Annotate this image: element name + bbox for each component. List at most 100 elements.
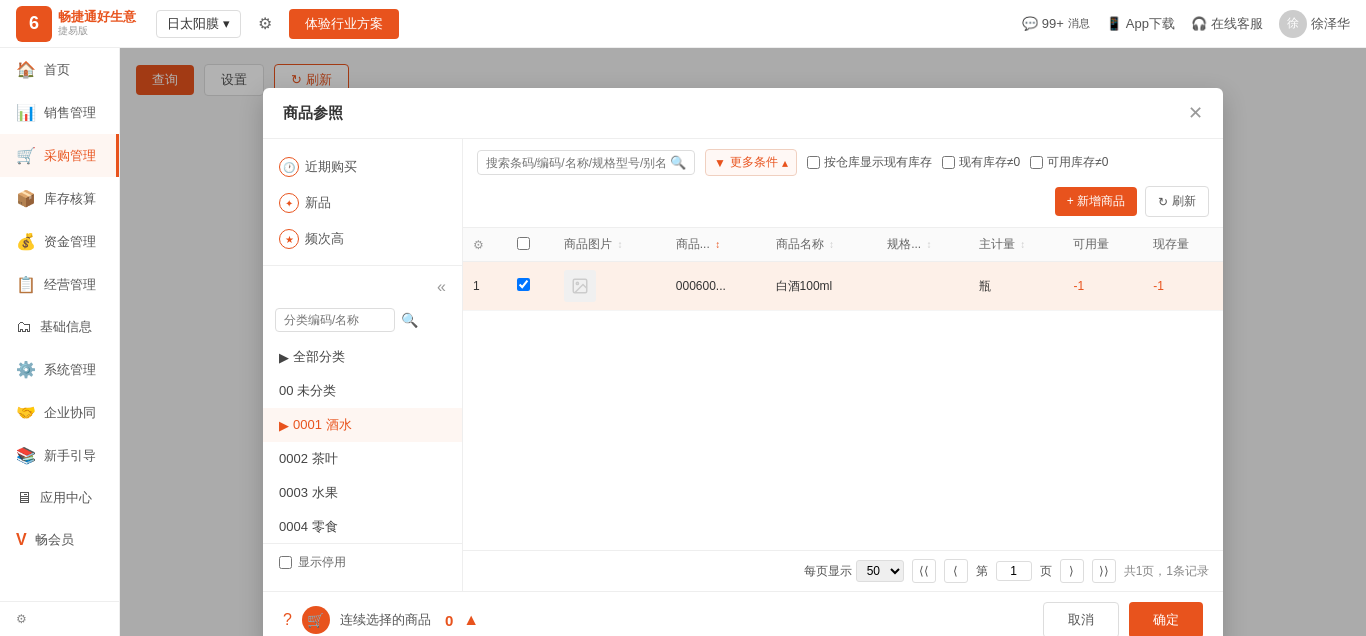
page-content: 查询 设置 ↻ 刷新 商品参照 ✕ 🕐 [120,48,1366,636]
cart-label: 连续选择的商品 [340,611,431,629]
finance-icon: 💰 [16,232,36,251]
col-spec[interactable]: 规格... ↕ [877,228,969,262]
product-search-icon[interactable]: 🔍 [670,155,686,170]
basic-icon: 🗂 [16,318,32,336]
col-gear[interactable]: ⚙ [463,228,507,262]
nav-recent-purchase[interactable]: 🕐 近期购买 [263,149,462,185]
cat-item-0002[interactable]: 0002 茶叶 [263,442,462,476]
operation-icon: 📋 [16,275,36,294]
new-icon: ✦ [279,193,299,213]
cat-arrow-all: ▶ [279,350,289,365]
check-by-warehouse[interactable]: 按仓库显示现有库存 [807,154,932,171]
row-available: -1 [1063,262,1143,311]
sidebar-item-home[interactable]: 🏠 首页 [0,48,119,91]
online-service-btn[interactable]: 🎧 在线客服 [1191,15,1263,33]
product-reference-modal: 商品参照 ✕ 🕐 近期购买 ✦ 新品 [263,88,1223,636]
app-download-btn[interactable]: 📱 App下载 [1106,15,1175,33]
filter-icon: ▼ [714,156,726,170]
page-size-select[interactable]: 50 [856,560,904,582]
freq-icon: ★ [279,229,299,249]
logo-sub: 捷易版 [58,24,136,38]
sidebar-item-sales[interactable]: 📊 销售管理 [0,91,119,134]
footer-collapse-icon[interactable]: ▲ [463,611,479,629]
cancel-btn[interactable]: 取消 [1043,602,1119,636]
by-warehouse-checkbox[interactable] [807,156,820,169]
help-icon[interactable]: ? [283,611,292,629]
modal-overlay: 商品参照 ✕ 🕐 近期购买 ✦ 新品 [120,48,1366,636]
guide-icon: 📚 [16,446,36,465]
modal-header: 商品参照 ✕ [263,88,1223,139]
notifications-btn[interactable]: 💬 99+ 消息 [1022,16,1090,31]
row-unit: 瓶 [969,262,1064,311]
col-code[interactable]: 商品... ↕ [666,228,766,262]
cat-item-00[interactable]: 00 未分类 [263,374,462,408]
logo-icon: 6 [16,6,52,42]
sidebar-item-finance[interactable]: 💰 资金管理 [0,220,119,263]
cart-icon[interactable]: 🛒 [302,606,330,634]
row-checkbox[interactable] [517,278,530,291]
page-size-wrap: 每页显示 50 [804,560,904,582]
show-disabled-checkbox[interactable] [279,556,292,569]
next-page-btn[interactable]: ⟩ [1060,559,1084,583]
cat-item-0001[interactable]: ▶ 0001 酒水 [263,408,462,442]
gear-icon[interactable]: ⚙ [249,8,281,40]
sidebar-item-inventory[interactable]: 📦 库存核算 [0,177,119,220]
settings-icon: ⚙ [16,612,27,626]
row-image [554,262,666,311]
sort-image-icon: ↕ [618,239,623,250]
select-all-checkbox[interactable] [517,237,530,250]
modal-title: 商品参照 [283,104,343,123]
product-table: ⚙ 商品图片 ↕ 商品... ↕ [463,228,1223,311]
last-page-btn[interactable]: ⟩⟩ [1092,559,1116,583]
nav-frequent[interactable]: ★ 频次高 [263,221,462,257]
cat-item-all[interactable]: ▶ 全部分类 [263,340,462,374]
refresh-btn[interactable]: ↻ 刷新 [1145,186,1209,217]
sidebar-footer: 显示停用 [263,543,462,581]
sidebar-item-basic[interactable]: 🗂 基础信息 [0,306,119,348]
prev-page-btn[interactable]: ⟨ [944,559,968,583]
filter-chevron-icon: ▴ [782,156,788,170]
purchase-icon: 🛒 [16,146,36,165]
first-page-btn[interactable]: ⟨⟨ [912,559,936,583]
sidebar-settings-btn[interactable]: ⚙ [0,602,119,636]
sidebar-item-guide[interactable]: 📚 新手引导 [0,434,119,477]
nav-divider [263,265,462,266]
confirm-btn[interactable]: 确定 [1129,602,1203,636]
svg-point-1 [576,282,578,284]
category-search-icon[interactable]: 🔍 [401,312,418,328]
sidebar-item-purchase[interactable]: 🛒 采购管理 [0,134,119,177]
available-ne0-checkbox[interactable] [942,156,955,169]
more-filter-btn[interactable]: ▼ 更多条件 ▴ [705,149,797,176]
col-checkbox[interactable] [507,228,554,262]
sidebar-item-system[interactable]: ⚙️ 系统管理 [0,348,119,391]
cat-item-0004[interactable]: 0004 零食 [263,510,462,543]
cat-arrow-0001: ▶ [279,418,289,433]
add-product-btn[interactable]: + 新增商品 [1055,187,1137,216]
chevron-down-icon: ▾ [223,16,230,31]
modal-sidebar: 🕐 近期购买 ✦ 新品 ★ 频次高 [263,139,463,591]
sidebar-item-operation[interactable]: 📋 经营管理 [0,263,119,306]
col-name[interactable]: 商品名称 ↕ [766,228,878,262]
enterprise-icon: 🤝 [16,403,36,422]
product-search-input[interactable] [486,156,666,170]
sidebar-collapse-btn[interactable]: « [429,274,454,300]
check-available-ne0[interactable]: 现有库存≠0 [942,154,1020,171]
check-usable-ne0[interactable]: 可用库存≠0 [1030,154,1108,171]
sidebar-item-member[interactable]: V 畅会员 [0,519,119,561]
nav-select[interactable]: 日太阳膜 ▾ [156,10,241,38]
sidebar-item-enterprise[interactable]: 🤝 企业协同 [0,391,119,434]
sidebar-item-apps[interactable]: 🖥 应用中心 [0,477,119,519]
row-select[interactable] [507,262,554,311]
modal-close-btn[interactable]: ✕ [1188,102,1203,124]
category-search-input[interactable] [275,308,395,332]
usable-ne0-checkbox[interactable] [1030,156,1043,169]
experience-btn[interactable]: 体验行业方案 [289,9,399,39]
col-unit[interactable]: 主计量 ↕ [969,228,1064,262]
user-avatar[interactable]: 徐 徐泽华 [1279,10,1350,38]
modal-main: 🔍 ▼ 更多条件 ▴ 按仓库显示现有库存 [463,139,1223,591]
cat-item-0003[interactable]: 0003 水果 [263,476,462,510]
table-row[interactable]: 1 [463,262,1223,311]
nav-new-products[interactable]: ✦ 新品 [263,185,462,221]
page-number-input[interactable] [996,561,1032,581]
sort-code-icon: ↕ [715,239,720,250]
